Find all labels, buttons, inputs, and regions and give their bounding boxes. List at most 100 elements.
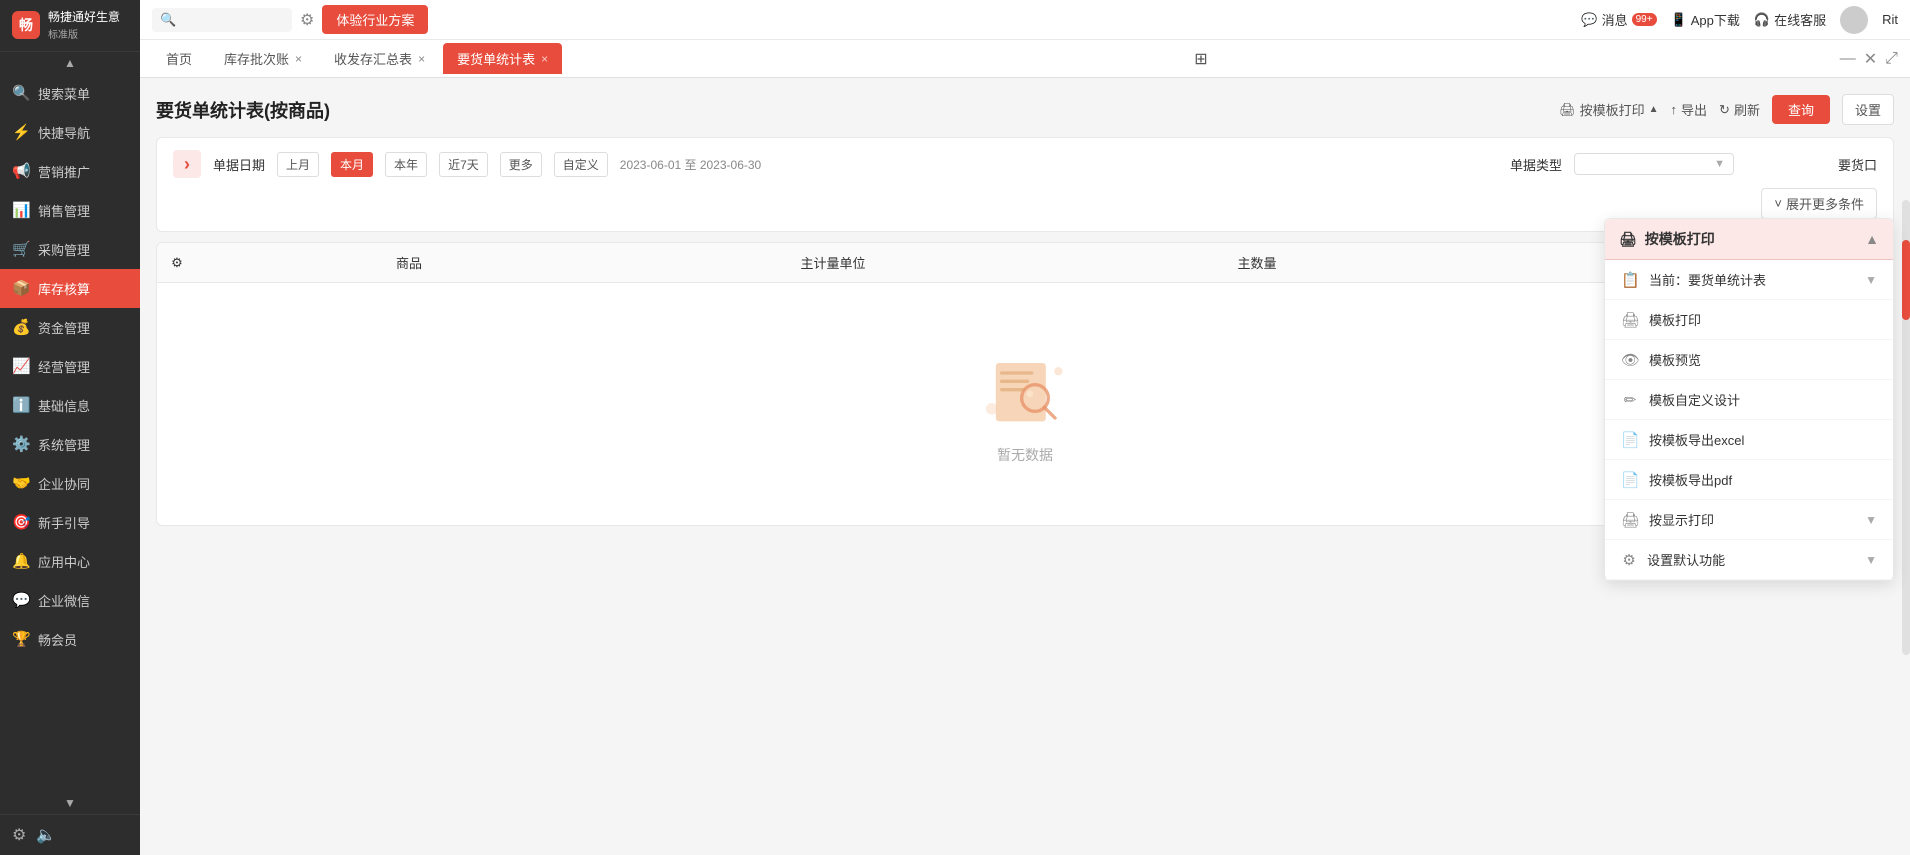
newbie-icon: 🎯 [12, 513, 30, 531]
sidebar-item-wechat[interactable]: 💬 企业微信 [0, 581, 140, 620]
tab-receipt-summary[interactable]: 收发存汇总表 × [320, 43, 439, 74]
sidebar-item-inventory[interactable]: 📦 库存核算 [0, 269, 140, 308]
filter-row-1: › 单据日期 上月 本月 本年 近7天 更多 自定义 2023-06-01 至 … [173, 150, 1877, 178]
printer-icon: 🖨 [1559, 102, 1576, 118]
dropdown-template-preview[interactable]: 👁 模板预览 [1605, 340, 1893, 380]
display-print-icon: 🖨 [1621, 511, 1639, 529]
page-actions: 🖨 按模板打印 ▲ ↑ 导出 ↻ 刷新 查询 设置 [1559, 94, 1894, 125]
app-download-icon: 📱 [1671, 12, 1687, 28]
tab-home[interactable]: 首页 [152, 43, 206, 74]
message-button[interactable]: 💬 消息 99+ [1581, 10, 1656, 29]
headset-icon: 🎧 [1754, 12, 1770, 28]
date-btn-7days[interactable]: 近7天 [439, 152, 488, 177]
dropdown-current-template[interactable]: 📋 当前：要货单统计表 ▼ [1605, 260, 1893, 300]
sidebar-item-quick-nav[interactable]: ⚡ 快捷导航 [0, 113, 140, 152]
window-maximize-icon[interactable]: ⤢ [1885, 50, 1898, 68]
tab-expand-button[interactable]: ⊞ [1187, 45, 1215, 73]
refresh-icon: ↻ [1719, 102, 1730, 118]
window-minimize-icon[interactable]: — [1840, 50, 1856, 68]
settings-icon[interactable]: ⚙ [12, 825, 26, 845]
dropdown-title: 按模板打印 [1645, 229, 1715, 249]
current-template-chevron: ▼ [1865, 273, 1877, 287]
date-range-display: 2023-06-01 至 2023-06-30 [620, 156, 761, 173]
message-badge: 99+ [1632, 13, 1657, 26]
dropdown-template-custom[interactable]: ✏ 模板自定义设计 [1605, 380, 1893, 420]
sidebar-item-finance[interactable]: 💰 资金管理 [0, 308, 140, 347]
sidebar-item-operation[interactable]: 📈 经营管理 [0, 347, 140, 386]
enterprise-icon: 🤝 [12, 474, 30, 492]
date-btn-this-month[interactable]: 本月 [331, 152, 373, 177]
dropdown-template-print[interactable]: 🖨 模板打印 [1605, 300, 1893, 340]
sidebar-item-member[interactable]: 🏆 畅会员 [0, 620, 140, 659]
system-icon: ⚙️ [12, 435, 30, 453]
scrollbar[interactable] [1902, 200, 1910, 655]
sidebar-item-enterprise[interactable]: 🤝 企业协同 [0, 464, 140, 503]
sidebar-item-basic[interactable]: ℹ️ 基础信息 [0, 386, 140, 425]
col-settings[interactable]: ⚙ [157, 255, 197, 271]
sidebar-logo: 畅 畅捷通好生意 标准版 [0, 0, 140, 52]
expand-conditions-icon: ˅ [1774, 196, 1782, 211]
window-close-icon[interactable]: ✕ [1864, 49, 1877, 69]
dropdown-display-print[interactable]: 🖨 按显示打印 ▼ [1605, 500, 1893, 540]
avatar[interactable] [1840, 6, 1868, 34]
dropdown-export-excel[interactable]: 📄 按模板导出excel [1605, 420, 1893, 460]
tab-inventory-batch[interactable]: 库存批次账 × [210, 43, 316, 74]
set-default-icon: ⚙ [1621, 551, 1637, 569]
date-btn-this-year[interactable]: 本年 [385, 152, 427, 177]
app-download-button[interactable]: 📱 App下载 [1671, 10, 1740, 29]
dropdown-set-default[interactable]: ⚙ 设置默认功能 ▼ [1605, 540, 1893, 580]
topbar: 🔍 ⚙ 体验行业方案 💬 消息 99+ 📱 App下载 🎧 在线客服 Rit [140, 0, 1910, 40]
topbar-gear-icon[interactable]: ⚙ [300, 10, 314, 30]
sidebar-scroll-up[interactable]: ▲ [0, 52, 140, 74]
sidebar-item-sales[interactable]: 📊 销售管理 [0, 191, 140, 230]
template-preview-icon: 👁 [1621, 351, 1639, 369]
dropdown-header: 🖨 按模板打印 ▲ [1605, 219, 1893, 260]
message-icon: 💬 [1581, 12, 1597, 28]
date-btn-last-month[interactable]: 上月 [277, 152, 319, 177]
settings-button[interactable]: 设置 [1842, 94, 1894, 125]
print-template-button[interactable]: 🖨 按模板打印 ▲ [1559, 100, 1658, 119]
online-service-button[interactable]: 🎧 在线客服 [1754, 10, 1826, 29]
sidebar-scroll-down[interactable]: ▼ [0, 792, 140, 814]
scrollbar-thumb[interactable] [1902, 240, 1910, 320]
refresh-button[interactable]: ↻ 刷新 [1719, 100, 1760, 119]
date-btn-custom[interactable]: 自定义 [554, 152, 608, 177]
export-excel-icon: 📄 [1621, 431, 1639, 449]
sidebar-item-system[interactable]: ⚙️ 系统管理 [0, 425, 140, 464]
date-btn-more[interactable]: 更多 [500, 152, 542, 177]
filter-row-2: ˅ 展开更多条件 [173, 188, 1877, 219]
sidebar-item-purchase[interactable]: 🛒 采购管理 [0, 230, 140, 269]
sidebar-item-newbie[interactable]: 🎯 新手引导 [0, 503, 140, 542]
page-header: 要货单统计表(按商品) 🖨 按模板打印 ▲ ↑ 导出 ↻ 刷新 查询 设置 [156, 94, 1894, 125]
finance-icon: 💰 [12, 318, 30, 336]
display-print-chevron: ▼ [1865, 513, 1877, 527]
sidebar-item-marketing[interactable]: 📢 营销推广 [0, 152, 140, 191]
marketing-icon: 📢 [12, 162, 30, 180]
query-button[interactable]: 查询 [1772, 95, 1830, 124]
dropdown-print-icon: 🖨 [1619, 231, 1637, 248]
dropdown-collapse-icon[interactable]: ▲ [1865, 231, 1879, 247]
tab-order-stats[interactable]: 要货单统计表 × [443, 43, 562, 74]
topbar-search-input[interactable] [180, 13, 280, 27]
sidebar: 畅 畅捷通好生意 标准版 ▲ 🔍 搜索菜单 ⚡ 快捷导航 📢 营销推广 📊 销售… [0, 0, 140, 855]
content-area: 要货单统计表(按商品) 🖨 按模板打印 ▲ ↑ 导出 ↻ 刷新 查询 设置 [140, 78, 1910, 855]
tab-close-receipt-summary[interactable]: × [418, 52, 425, 66]
dropdown-export-pdf[interactable]: 📄 按模板导出pdf [1605, 460, 1893, 500]
order-type-select[interactable]: ▼ [1574, 153, 1734, 175]
tab-close-inventory-batch[interactable]: × [295, 52, 302, 66]
set-default-content: 设置默认功能 ▼ [1647, 550, 1877, 569]
chevron-up-icon: ▲ [1649, 104, 1659, 115]
tab-close-order-stats[interactable]: × [541, 52, 548, 66]
expand-conditions-button[interactable]: ˅ 展开更多条件 [1761, 188, 1877, 219]
dropdown-title-area: 🖨 按模板打印 [1619, 229, 1715, 249]
sidebar-item-search[interactable]: 🔍 搜索菜单 [0, 74, 140, 113]
export-button[interactable]: ↑ 导出 [1671, 100, 1708, 119]
filter-expand-arrow[interactable]: › [173, 150, 201, 178]
page-title: 要货单统计表(按商品) [156, 97, 330, 123]
volume-icon[interactable]: 🔈 [36, 825, 56, 845]
industry-solution-button[interactable]: 体验行业方案 [322, 5, 428, 34]
sidebar-nav: 🔍 搜索菜单 ⚡ 快捷导航 📢 营销推广 📊 销售管理 🛒 采购管理 📦 库存核… [0, 74, 140, 792]
sidebar-item-appstore[interactable]: 🔔 应用中心 [0, 542, 140, 581]
logo-title: 畅捷通好生意 [48, 10, 120, 26]
dropdown-header-actions: ▲ [1865, 231, 1879, 247]
